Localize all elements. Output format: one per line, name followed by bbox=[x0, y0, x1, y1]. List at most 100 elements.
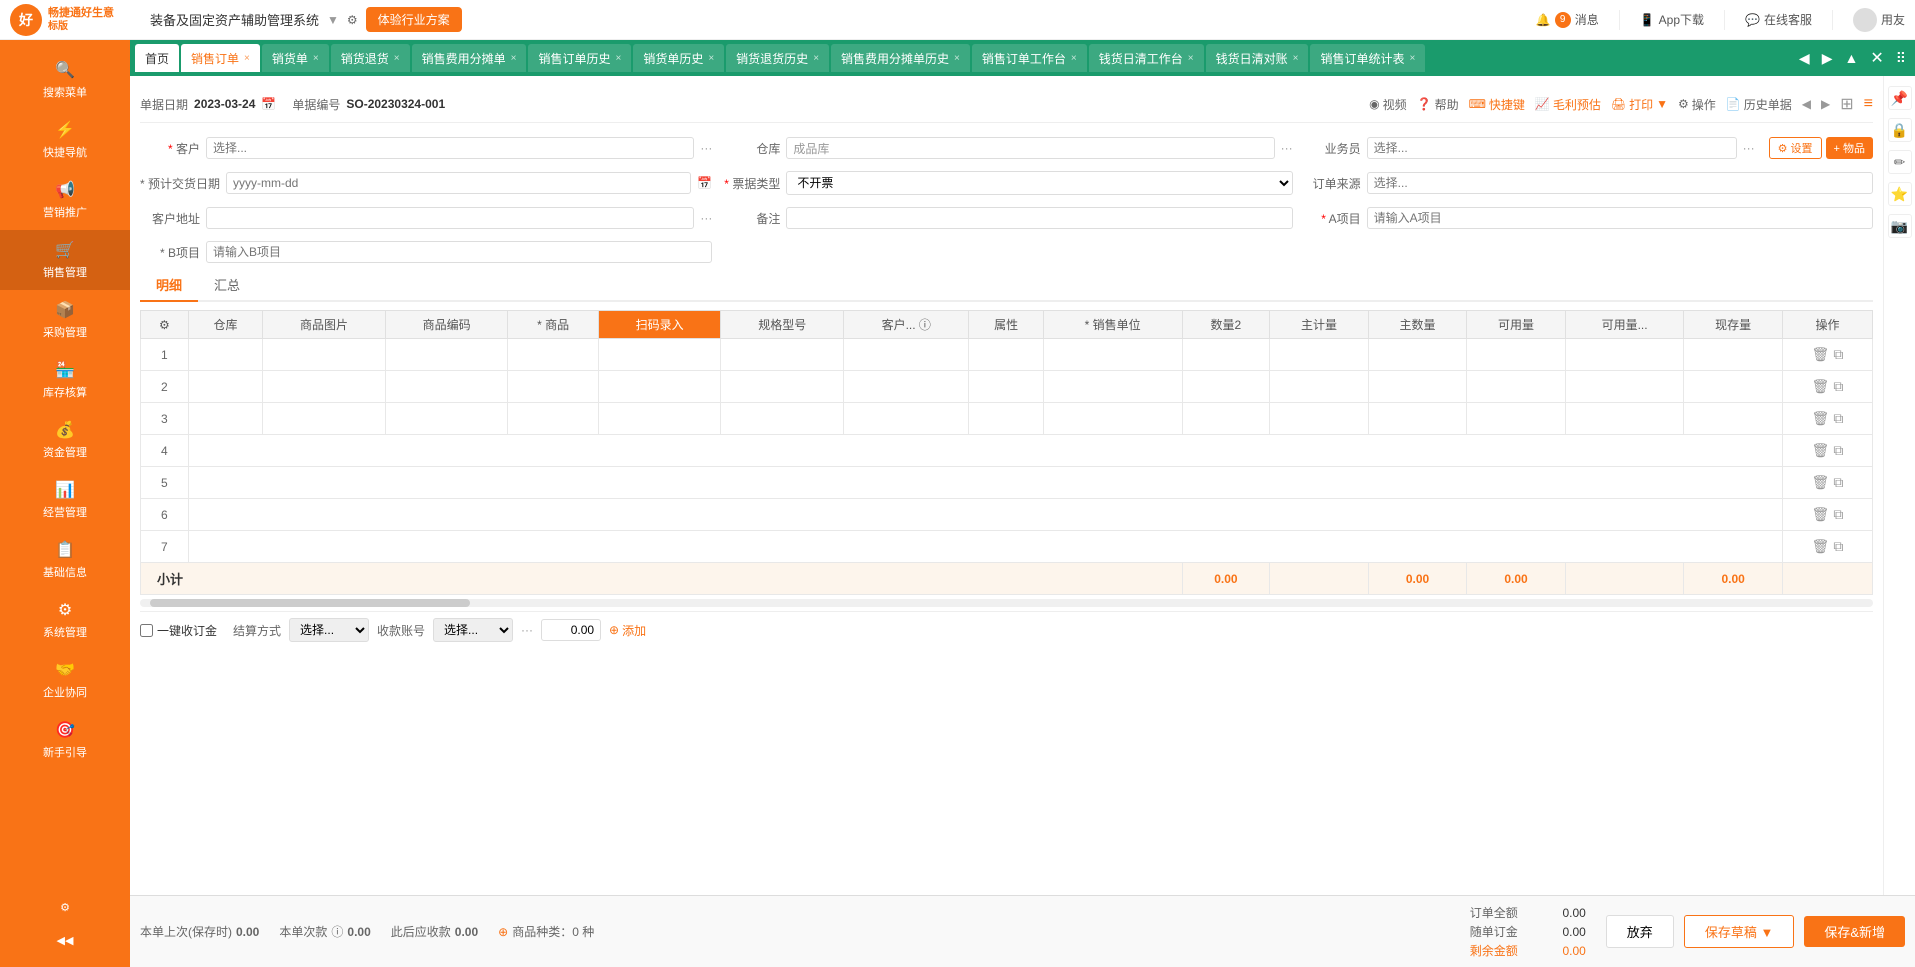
sidebar-item-purchase[interactable]: 📦 采购管理 bbox=[0, 290, 130, 350]
row-5-delete-icon[interactable]: 🗑 bbox=[1812, 474, 1830, 491]
video-action[interactable]: ◉ 视频 bbox=[1369, 96, 1407, 113]
customer-input[interactable] bbox=[206, 137, 694, 159]
pay-method-select[interactable]: 选择... bbox=[289, 618, 369, 642]
row-4-delete-icon[interactable]: 🗑 bbox=[1812, 442, 1830, 459]
tab-order-history-close[interactable]: × bbox=[615, 53, 621, 64]
app-download-button[interactable]: 📱 App下载 bbox=[1640, 11, 1704, 28]
row-3-warehouse[interactable] bbox=[188, 403, 262, 435]
tab-expense-history-close[interactable]: × bbox=[954, 53, 960, 64]
add-payment-button[interactable]: ⊕ 添加 bbox=[609, 622, 646, 639]
grid-view-icon[interactable]: ⊞ bbox=[1840, 94, 1853, 114]
row-1-qty2[interactable] bbox=[1182, 339, 1270, 371]
scrollbar-thumb[interactable] bbox=[150, 599, 470, 607]
help-action[interactable]: ❓ 帮助 bbox=[1417, 96, 1459, 113]
amount-input[interactable] bbox=[541, 619, 601, 641]
tab-next-button[interactable]: ▶ bbox=[1818, 48, 1837, 69]
tab-order-stats-close[interactable]: × bbox=[1409, 53, 1415, 64]
account-more-icon[interactable]: ··· bbox=[521, 623, 533, 637]
add-goods-button[interactable]: + 物品 bbox=[1826, 137, 1873, 159]
row-2-warehouse[interactable] bbox=[188, 371, 262, 403]
tab-detail[interactable]: 明细 bbox=[140, 269, 198, 302]
right-panel-camera-button[interactable]: 📷 bbox=[1888, 214, 1912, 238]
row-4-copy-icon[interactable]: ⧉ bbox=[1833, 442, 1843, 459]
account-select[interactable]: 选择... bbox=[433, 618, 513, 642]
tab-daily-workbench[interactable]: 钱货日清工作台 × bbox=[1089, 44, 1204, 72]
sidebar-item-basic[interactable]: 📋 基础信息 bbox=[0, 530, 130, 590]
row-2-customer-code[interactable] bbox=[844, 371, 969, 403]
horizontal-scrollbar[interactable] bbox=[140, 599, 1873, 607]
right-panel-star-button[interactable]: ⭐ bbox=[1888, 182, 1912, 206]
notice-button[interactable]: 🔔 9 9 消息 bbox=[1536, 11, 1599, 28]
row-1-main-qty[interactable] bbox=[1368, 339, 1467, 371]
row-2-code[interactable] bbox=[385, 371, 508, 403]
settings-button[interactable]: ⚙ 设置 bbox=[1769, 137, 1822, 159]
tab-expense-split[interactable]: 销售费用分摊单 × bbox=[412, 44, 527, 72]
one-click-checkbox[interactable] bbox=[140, 624, 153, 637]
row-3-delete-icon[interactable]: 🗑 bbox=[1812, 410, 1830, 427]
tab-order-stats[interactable]: 销售订单统计表 × bbox=[1310, 44, 1425, 72]
row-3-attr[interactable] bbox=[969, 403, 1043, 435]
save-draft-button[interactable]: 保存草稿 ▼ bbox=[1684, 915, 1795, 948]
online-service-button[interactable]: 💬 在线客服 bbox=[1745, 11, 1812, 28]
row-7-copy-icon[interactable]: ⧉ bbox=[1833, 538, 1843, 555]
sidebar-item-operation[interactable]: 📊 经营管理 bbox=[0, 470, 130, 530]
tab-expand-button[interactable]: ▲ bbox=[1840, 48, 1862, 68]
nav-prev-icon[interactable]: ◀ bbox=[1802, 97, 1811, 111]
row-1-attr[interactable] bbox=[969, 339, 1043, 371]
sidebar-settings-btn[interactable]: ⚙ bbox=[0, 891, 130, 924]
row-1-copy-icon[interactable]: ⧉ bbox=[1833, 346, 1843, 363]
right-panel-pin-button[interactable]: 📌 bbox=[1888, 86, 1912, 110]
row-2-spec[interactable] bbox=[721, 371, 844, 403]
row-3-product[interactable] bbox=[508, 403, 598, 435]
col-scan[interactable]: 扫码录入 bbox=[598, 311, 721, 339]
row-2-attr[interactable] bbox=[969, 371, 1043, 403]
row-1-spec[interactable] bbox=[721, 339, 844, 371]
tab-order-workbench-close[interactable]: × bbox=[1071, 53, 1077, 64]
tab-sales-slip[interactable]: 销货单 × bbox=[262, 44, 329, 72]
save-new-button[interactable]: 保存&新增 bbox=[1804, 916, 1905, 947]
tab-daily-workbench-close[interactable]: × bbox=[1188, 53, 1194, 64]
row-2-copy-icon[interactable]: ⧉ bbox=[1833, 378, 1843, 395]
sidebar-item-system[interactable]: ⚙ 系统管理 bbox=[0, 590, 130, 650]
tab-order-workbench[interactable]: 销售订单工作台 × bbox=[972, 44, 1087, 72]
warehouse-more-icon[interactable]: ··· bbox=[1281, 141, 1293, 155]
row-1-product[interactable] bbox=[508, 339, 598, 371]
operation-action[interactable]: ⚙ 操作 bbox=[1678, 96, 1716, 113]
row-1-customer-code[interactable] bbox=[844, 339, 969, 371]
sidebar-collapse-btn[interactable]: ◀◀ bbox=[0, 924, 130, 957]
row-1-delete-icon[interactable]: 🗑 bbox=[1812, 346, 1830, 363]
save-draft-dropdown-icon[interactable]: ▼ bbox=[1760, 925, 1773, 940]
tab-return[interactable]: 销货退货 × bbox=[331, 44, 410, 72]
tab-return-history[interactable]: 销货退货历史 × bbox=[726, 44, 829, 72]
staff-input[interactable] bbox=[1367, 137, 1737, 159]
nav-next-icon[interactable]: ▶ bbox=[1821, 97, 1830, 111]
tab-expense-split-close[interactable]: × bbox=[511, 53, 517, 64]
sidebar-item-marketing[interactable]: 📢 营销推广 bbox=[0, 170, 130, 230]
row-6-delete-icon[interactable]: 🗑 bbox=[1812, 506, 1830, 523]
tab-daily-account[interactable]: 钱货日清对账 × bbox=[1206, 44, 1309, 72]
row-1-warehouse[interactable] bbox=[188, 339, 262, 371]
tab-daily-account-close[interactable]: × bbox=[1293, 53, 1299, 64]
a-project-input[interactable] bbox=[1367, 207, 1873, 229]
row-2-unit[interactable] bbox=[1043, 371, 1182, 403]
sidebar-item-inventory[interactable]: 🏪 库存核算 bbox=[0, 350, 130, 410]
delivery-input[interactable] bbox=[226, 172, 691, 194]
address-input[interactable] bbox=[206, 207, 694, 229]
tab-return-history-close[interactable]: × bbox=[813, 53, 819, 64]
row-2-qty2[interactable] bbox=[1182, 371, 1270, 403]
order-source-input[interactable] bbox=[1367, 172, 1873, 194]
sidebar-item-enterprise[interactable]: 🤝 企业协同 bbox=[0, 650, 130, 710]
user-menu[interactable]: 用友 bbox=[1853, 8, 1905, 32]
sidebar-item-sales[interactable]: 🛒 销售管理 bbox=[0, 230, 130, 290]
right-panel-edit-button[interactable]: ✏ bbox=[1888, 150, 1912, 174]
tab-close-all-button[interactable]: ✕ bbox=[1866, 46, 1887, 70]
row-2-main-qty[interactable] bbox=[1368, 371, 1467, 403]
row-3-code[interactable] bbox=[385, 403, 508, 435]
row-3-spec[interactable] bbox=[721, 403, 844, 435]
calendar-icon[interactable]: 📅 bbox=[261, 97, 276, 111]
settings-icon[interactable]: ⚙ bbox=[347, 13, 358, 27]
sidebar-item-search[interactable]: 🔍 搜索菜单 bbox=[0, 50, 130, 110]
tab-order-history[interactable]: 销售订单历史 × bbox=[528, 44, 631, 72]
print-action[interactable]: 🖨 打印 ▼ bbox=[1611, 96, 1668, 113]
customer-more-icon[interactable]: ··· bbox=[700, 141, 712, 155]
